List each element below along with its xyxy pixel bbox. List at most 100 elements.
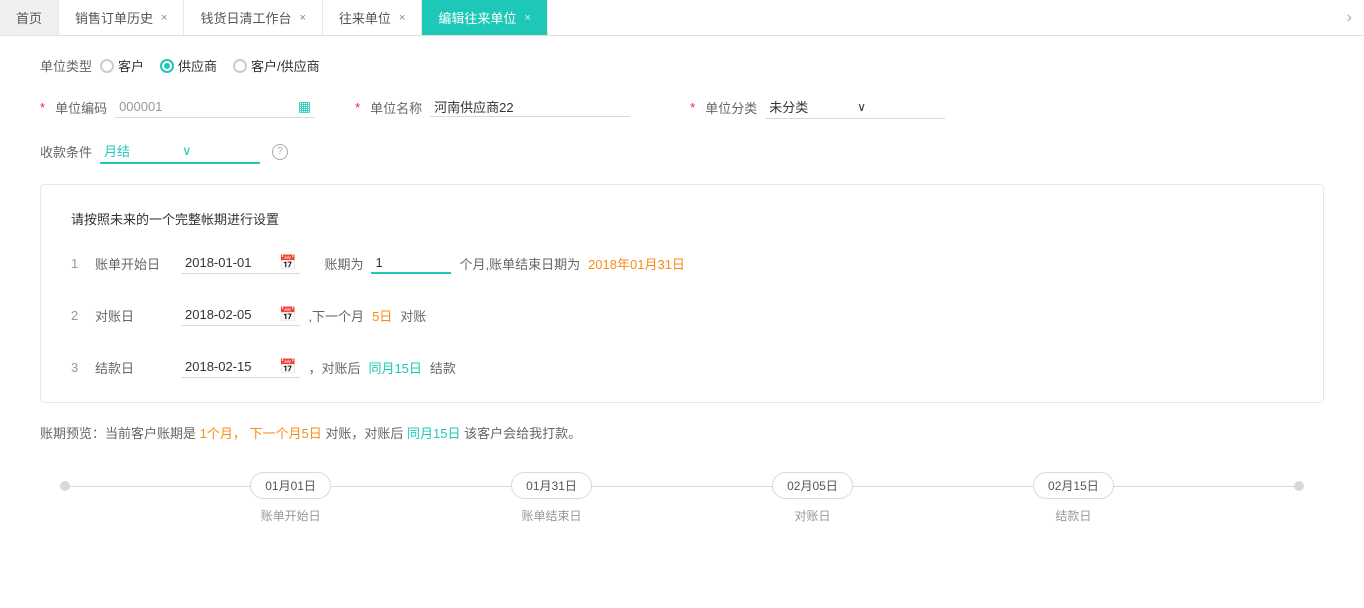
row-1-date-field[interactable] [185,255,275,270]
tab-sales-history-close[interactable]: × [161,12,167,24]
timeline-label-4: 结款日 [1055,507,1091,524]
row-3-value: 📅 ，对账后 同月15日 结款 [181,356,456,378]
row-2-date-field[interactable] [185,307,275,322]
row-2-calendar-icon[interactable]: 📅 [279,306,296,323]
unit-code-label: 单位编码 [55,98,107,117]
radio-customer[interactable]: 客户 [100,56,144,75]
payment-arrow-icon: ∨ [182,143,256,159]
unit-category-label: 单位分类 [705,98,757,117]
unit-type-field: 单位类型 客户 供应商 客户/供应商 [40,56,320,75]
tab-edit-counterparty[interactable]: 编辑往来单位 × [422,0,547,35]
timeline-inner: 01月01日 账单开始日 01月31日 账单结束日 02月05日 对账日 02月… [60,472,1304,524]
row-2-date-input: 📅 [181,304,300,326]
unit-code-icon[interactable]: ▦ [298,98,311,115]
row-3-suffix-highlight: 同月15日 [368,358,421,377]
row-3-suffix-post: 结款 [430,358,456,377]
timeline-end [1294,472,1304,491]
timeline-badge-2: 01月31日 [511,472,592,499]
timeline-badge-4: 02月15日 [1033,472,1114,499]
tab-home-label: 首页 [16,8,42,27]
timeline-label-3: 对账日 [794,507,830,524]
unit-category-field: * 单位分类 未分类 ∨ [690,95,945,119]
radio-supplier-circle [160,59,174,73]
row-3-suffix-pre: ，对账后 [308,358,360,377]
unit-category-arrow-icon: ∨ [857,100,941,114]
timeline-start [60,472,70,491]
radio-customer-supplier-label: 客户/供应商 [251,56,320,75]
radio-customer-label: 客户 [118,56,144,75]
row-1-period-input[interactable] [371,253,451,274]
row-2-value: 📅 ,下一个月 5日 对账 [181,304,426,326]
row-1-period-suffix: 个月,账单结束日期为 [459,254,580,273]
tab-edit-counterparty-close[interactable]: × [524,12,530,24]
settings-row-1: 1 账单开始日 📅 账期为 个月,账单结束日期为 2018年01月31日 [71,252,1293,274]
timeline-node-2: 01月31日 账单结束日 [511,472,592,524]
payment-select[interactable]: 月结 ∨ [100,139,260,164]
tab-cash-work-label: 钱货日清工作台 [200,8,291,27]
row-2-suffix-pre: ,下一个月 [308,306,364,325]
radio-customer-supplier-circle [233,59,247,73]
row-3-num: 3 [71,360,95,375]
row-3-label: 结款日 [95,358,165,377]
preview-part1: 1个月， [200,426,246,441]
unit-name-star: * [355,100,360,115]
row-1-label: 账单开始日 [95,254,165,273]
payment-help-icon[interactable]: ? [272,144,288,160]
timeline-container: 01月01日 账单开始日 01月31日 账单结束日 02月05日 对账日 02月… [40,462,1324,564]
row-3-date-field[interactable] [185,359,275,374]
unit-info-row: * 单位编码 ▦ * 单位名称 * 单位分类 未分类 ∨ [40,95,1324,119]
unit-name-label: 单位名称 [370,98,422,117]
unit-type-label: 单位类型 [40,56,92,75]
timeline-label-2: 账单结束日 [522,507,582,524]
payment-field: 收款条件 月结 ∨ ? [40,139,288,164]
row-3-calendar-icon[interactable]: 📅 [279,358,296,375]
unit-code-field: * 单位编码 ▦ [40,96,315,118]
tab-expand-button[interactable]: › [1335,0,1364,35]
settings-box: 请按照未来的一个完整帐期进行设置 1 账单开始日 📅 账期为 个月,账单结束日期… [40,184,1324,403]
unit-code-input[interactable] [119,99,294,114]
row-2-suffix-highlight: 5日 [372,306,392,325]
timeline-label-1: 账单开始日 [261,507,321,524]
tab-edit-counterparty-label: 编辑往来单位 [438,8,516,27]
row-2-label: 对账日 [95,306,165,325]
radio-customer-supplier[interactable]: 客户/供应商 [233,56,320,75]
preview-section: 账期预览：当前客户账期是 1个月， 下一个月5日 对账，对账后 同月15日 该客… [40,423,1324,442]
preview-part3: 对账，对账后 [325,426,403,441]
main-content: 单位类型 客户 供应商 客户/供应商 * 单位编码 [0,36,1364,608]
row-3-date-input: 📅 [181,356,300,378]
unit-code-star: * [40,100,45,115]
payment-row: 收款条件 月结 ∨ ? [40,139,1324,164]
timeline-badge-3: 02月05日 [772,472,853,499]
unit-type-row: 单位类型 客户 供应商 客户/供应商 [40,56,1324,75]
radio-supplier[interactable]: 供应商 [160,56,217,75]
unit-name-input[interactable] [430,97,630,117]
radio-customer-circle [100,59,114,73]
tab-cash-work[interactable]: 钱货日清工作台 × [184,0,322,35]
tab-counterparty-label: 往来单位 [339,8,391,27]
row-2-suffix-post: 对账 [400,306,426,325]
row-1-num: 1 [71,256,95,271]
tab-counterparty[interactable]: 往来单位 × [323,0,422,35]
unit-category-select[interactable]: 未分类 ∨ [765,95,945,119]
timeline-badge-1: 01月01日 [250,472,331,499]
timeline-node-1: 01月01日 账单开始日 [250,472,331,524]
preview-label: 账期预览：当前客户账期是 [40,426,196,441]
unit-name-field: * 单位名称 [355,97,630,117]
preview-part5: 该客户会给我打款。 [464,426,581,441]
tab-bar: 首页 销售订单历史 × 钱货日清工作台 × 往来单位 × 编辑往来单位 × › [0,0,1364,36]
unit-code-input-wrap: ▦ [115,96,315,118]
unit-type-radio-group: 客户 供应商 客户/供应商 [100,56,320,75]
tab-cash-work-close[interactable]: × [299,12,305,24]
row-1-date-input: 📅 [181,252,300,274]
preview-part4: 同月15日 [407,426,460,441]
tab-sales-history-label: 销售订单历史 [75,8,153,27]
payment-value: 月结 [104,141,178,160]
tab-sales-history[interactable]: 销售订单历史 × [59,0,184,35]
timeline-node-4: 02月15日 结款日 [1033,472,1114,524]
timeline-node-3: 02月05日 对账日 [772,472,853,524]
row-1-calendar-icon[interactable]: 📅 [279,254,296,271]
radio-supplier-label: 供应商 [178,56,217,75]
tab-counterparty-close[interactable]: × [399,12,405,24]
tab-home[interactable]: 首页 [0,0,59,35]
timeline-end-dot [1294,481,1304,491]
